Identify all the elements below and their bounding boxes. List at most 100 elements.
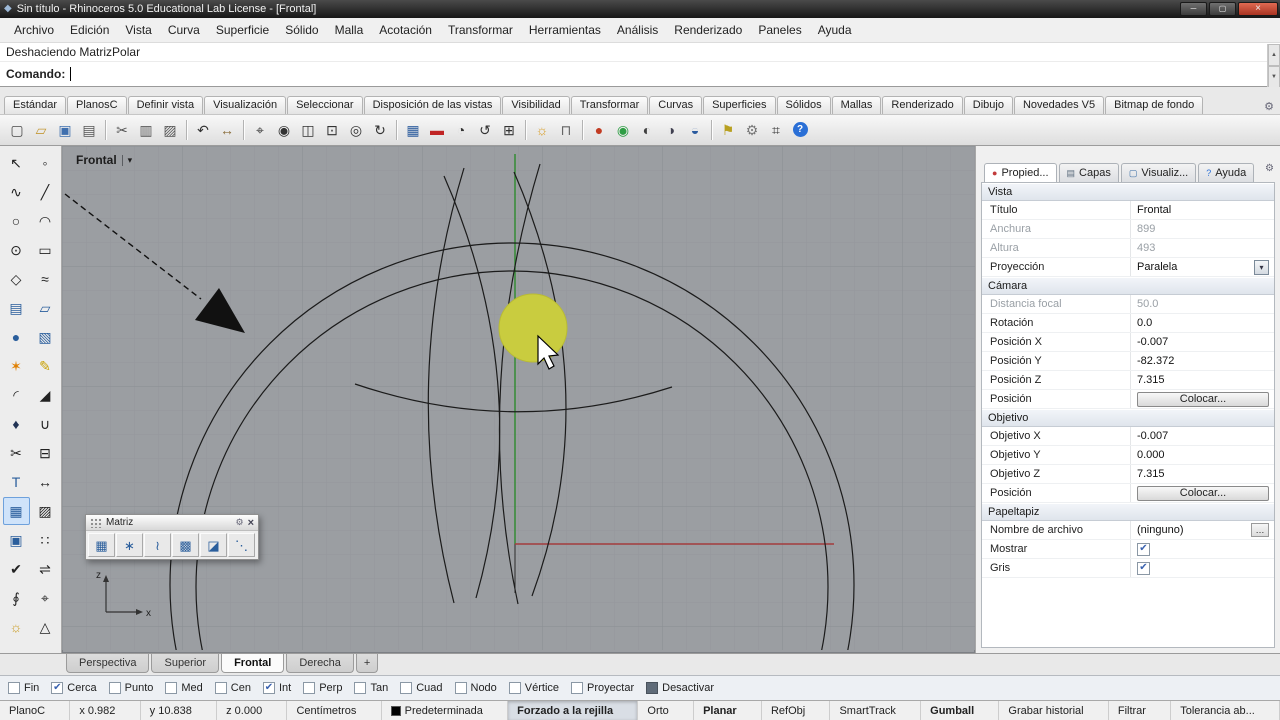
tab-capas[interactable]: ▤ Capas bbox=[1058, 163, 1119, 183]
array-path-icon[interactable]: ⋱ bbox=[228, 533, 255, 558]
array-polar-icon[interactable]: ∗ bbox=[116, 533, 143, 558]
minimize-button[interactable]: ─ bbox=[1180, 1, 1207, 16]
curve-icon[interactable]: ∿ bbox=[3, 178, 30, 206]
zoom-selected-icon[interactable]: ◎ bbox=[344, 118, 368, 142]
box-icon[interactable]: ▧ bbox=[32, 323, 59, 351]
move-icon[interactable]: ⌖ bbox=[248, 118, 272, 142]
panel-gear-icon[interactable]: ⚙ bbox=[1265, 163, 1274, 174]
osnap-checkbox[interactable]: ✔ bbox=[8, 682, 20, 695]
join-icon[interactable]: ∪ bbox=[32, 410, 59, 438]
menu-item[interactable]: Edición bbox=[62, 19, 117, 41]
lamp-icon[interactable]: ☼ bbox=[3, 613, 30, 641]
menu-item[interactable]: Renderizado bbox=[666, 19, 750, 41]
status-field[interactable]: Planar bbox=[694, 701, 762, 720]
split-icon[interactable]: ⊟ bbox=[32, 439, 59, 467]
status-field[interactable]: Forzado a la rejilla bbox=[508, 701, 639, 720]
loft-icon[interactable]: ▱ bbox=[32, 294, 59, 322]
array-surface-icon[interactable]: ▩ bbox=[172, 533, 199, 558]
copy-icon[interactable]: ▥ bbox=[134, 118, 158, 142]
property-value[interactable]: 7.315 bbox=[1137, 468, 1165, 480]
circle-icon[interactable]: ○ bbox=[3, 207, 30, 235]
arc-icon[interactable]: ◠ bbox=[32, 207, 59, 235]
toolbar-tab[interactable]: PlanosC bbox=[67, 95, 127, 114]
mirror-icon[interactable]: ⇌ bbox=[32, 555, 59, 583]
toolbar-tab[interactable]: Transformar bbox=[570, 95, 649, 114]
hatch-icon[interactable]: ▨ bbox=[32, 497, 59, 525]
target-icon[interactable]: ⌖ bbox=[32, 584, 59, 612]
ellipse-icon[interactable]: ⊙ bbox=[3, 236, 30, 264]
rotate-circular-icon[interactable]: ↺ bbox=[473, 118, 497, 142]
osnap-checkbox[interactable]: ✔ bbox=[646, 682, 659, 695]
osnap-toggle[interactable]: ✔ Punto bbox=[108, 682, 153, 695]
tab-visualizacion[interactable]: ▢ Visualiz... bbox=[1120, 163, 1197, 183]
palette-titlebar[interactable]: Matriz ⚙ × bbox=[86, 515, 258, 532]
viewport-tab[interactable]: Superior bbox=[151, 654, 220, 674]
render-icon[interactable]: ● bbox=[587, 118, 611, 142]
osnap-toggle[interactable]: ✔ Perp bbox=[303, 682, 342, 695]
cut-icon[interactable]: ✂ bbox=[110, 118, 134, 142]
colocar-button[interactable]: Colocar... bbox=[1137, 485, 1269, 501]
toolbar-tab[interactable]: Definir vista bbox=[127, 95, 204, 114]
property-value[interactable]: -82.372 bbox=[1137, 355, 1174, 367]
status-field[interactable]: Predeterminada bbox=[382, 701, 509, 720]
status-field[interactable]: PlanoC bbox=[0, 701, 71, 720]
matriz-palette[interactable]: Matriz ⚙ × ▦ ∗ ≀ ▩ ◪ ⋱ bbox=[85, 514, 259, 561]
fillet-icon[interactable]: ◜ bbox=[3, 381, 30, 409]
menu-item[interactable]: Ayuda bbox=[810, 19, 860, 41]
viewport-tab[interactable]: Perspectiva bbox=[66, 654, 150, 674]
crosshair-icon[interactable]: ⌗ bbox=[764, 118, 788, 142]
toolbar-tab[interactable]: Dibujo bbox=[963, 95, 1013, 114]
status-field[interactable]: SmartTrack bbox=[830, 701, 922, 720]
car-icon[interactable]: ▬ bbox=[425, 118, 449, 142]
property-value[interactable]: Frontal bbox=[1137, 204, 1171, 216]
render-preview-icon[interactable]: ◉ bbox=[611, 118, 635, 142]
property-value[interactable]: 0.0 bbox=[1137, 317, 1152, 329]
paste-icon[interactable]: ▨ bbox=[158, 118, 182, 142]
new-file-icon[interactable]: ▢ bbox=[5, 118, 29, 142]
osnap-checkbox[interactable]: ✔ bbox=[508, 682, 521, 695]
property-value[interactable]: 0.000 bbox=[1137, 449, 1165, 461]
toolbar-tab[interactable]: Curvas bbox=[649, 95, 703, 114]
property-value[interactable]: 899 bbox=[1137, 223, 1155, 235]
property-checkbox[interactable]: ✔ bbox=[1137, 561, 1150, 575]
toolbar-tab[interactable]: Visibilidad bbox=[502, 95, 570, 114]
status-field[interactable]: Orto bbox=[638, 701, 695, 720]
osnap-toggle[interactable]: ✔ Cen bbox=[214, 682, 251, 695]
command-history[interactable]: Deshaciendo MatrizPolar bbox=[0, 43, 1280, 63]
osnap-toggle[interactable]: ✔ Desactivar bbox=[646, 682, 714, 695]
toolbar-tab[interactable]: Bitmap de fondo bbox=[1105, 95, 1204, 114]
toolbar-tab[interactable]: Superficies bbox=[703, 95, 776, 114]
osnap-toggle[interactable]: ✔ Int bbox=[262, 682, 291, 695]
palette-close-icon[interactable]: × bbox=[248, 517, 254, 529]
shaded-view-icon[interactable]: ◐ bbox=[635, 118, 659, 142]
property-value[interactable]: (ninguno) bbox=[1137, 524, 1183, 536]
menu-item[interactable]: Curva bbox=[160, 19, 208, 41]
menu-item[interactable]: Sólido bbox=[277, 19, 326, 41]
dimension-icon[interactable]: ↔ bbox=[32, 468, 59, 496]
selection-highlight[interactable] bbox=[498, 293, 568, 363]
ghosted-view-icon[interactable]: ◑ bbox=[659, 118, 683, 142]
osnap-checkbox[interactable]: ✔ bbox=[354, 682, 367, 695]
dropdown-arrow-icon[interactable]: ▾ bbox=[1254, 259, 1269, 275]
osnap-checkbox[interactable]: ✔ bbox=[571, 682, 584, 695]
palette-gear-icon[interactable]: ⚙ bbox=[235, 517, 243, 528]
osnap-toggle[interactable]: ✔ Cuad bbox=[400, 682, 443, 695]
viewport-tab[interactable]: + bbox=[355, 654, 379, 674]
status-field[interactable]: Centímetros bbox=[287, 701, 382, 720]
viewport-frontal[interactable]: z x Frontal ▾ Matriz ⚙ × ▦ ∗ ≀ ▩ ◪ ⋱ bbox=[62, 146, 975, 720]
status-field[interactable]: y 10.838 bbox=[141, 701, 218, 720]
osnap-checkbox[interactable]: ✔ bbox=[400, 682, 413, 695]
osnap-checkbox[interactable]: ✔ bbox=[51, 682, 64, 695]
save-icon[interactable]: ▣ bbox=[53, 118, 77, 142]
menu-item[interactable]: Malla bbox=[327, 19, 372, 41]
viewport-tab[interactable]: Frontal bbox=[221, 654, 285, 674]
undo-icon[interactable]: ↶ bbox=[191, 118, 215, 142]
menu-item[interactable]: Archivo bbox=[6, 19, 62, 41]
osnap-checkbox[interactable]: ✔ bbox=[214, 682, 227, 695]
print-icon[interactable]: ▤ bbox=[77, 118, 101, 142]
osnap-checkbox[interactable]: ✔ bbox=[262, 682, 275, 695]
menu-item[interactable]: Análisis bbox=[609, 19, 666, 41]
sphere-icon[interactable]: ● bbox=[3, 323, 30, 351]
toolbar-tab[interactable]: Estándar bbox=[4, 95, 67, 114]
zoom-lens-icon[interactable]: ◔ bbox=[449, 118, 473, 142]
